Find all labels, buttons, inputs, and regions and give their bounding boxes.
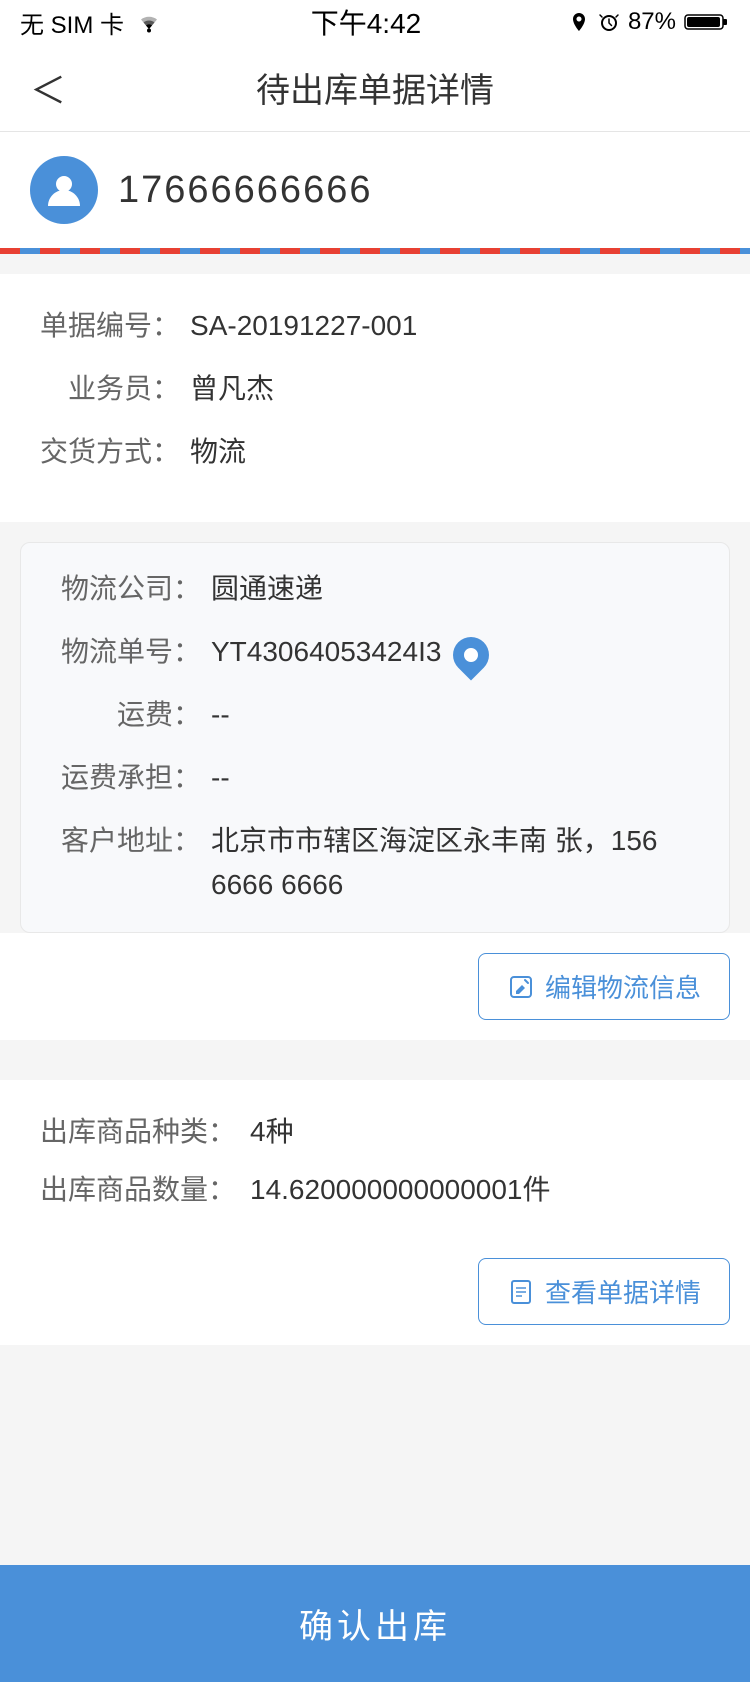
customer-phone: 17666666666	[118, 169, 372, 212]
customer-header: 17666666666	[0, 132, 750, 248]
salesman-label: 业务员：	[40, 367, 180, 412]
tracking-no-row: 物流单号： YT43064053424I3	[51, 630, 699, 675]
goods-types-value: 4种	[250, 1110, 294, 1150]
freight-bearer-row: 运费承担： --	[51, 756, 699, 801]
delivery-label: 交货方式：	[40, 430, 180, 475]
goods-quantity-label: 出库商品数量：	[40, 1168, 240, 1208]
freight-value: --	[211, 693, 699, 738]
view-detail-label: 查看单据详情	[545, 1273, 701, 1310]
order-no-value: SA-20191227-001	[190, 304, 710, 349]
edit-logistics-area: 编辑物流信息	[0, 933, 750, 1040]
status-bar: 无 SIM 卡 下午4:42 87%	[0, 0, 750, 44]
logistics-company-label: 物流公司：	[51, 567, 201, 612]
order-no-label: 单据编号：	[40, 304, 180, 349]
address-row: 客户地址： 北京市市辖区海淀区永丰南 张，156 6666 6666	[51, 819, 699, 909]
delivery-row: 交货方式： 物流	[40, 430, 710, 475]
edit-icon	[507, 973, 535, 1001]
logistics-company-row: 物流公司： 圆通速递	[51, 567, 699, 612]
document-icon	[507, 1278, 535, 1306]
goods-types-label: 出库商品种类：	[40, 1110, 240, 1150]
carrier-text: 无 SIM 卡	[20, 5, 124, 40]
logistics-card: 物流公司： 圆通速递 物流单号： YT43064053424I3 运费： -- …	[20, 542, 730, 933]
nav-title: 待出库单据详情	[256, 63, 494, 112]
confirm-button[interactable]: 确认出库	[0, 1565, 750, 1682]
salesman-row: 业务员： 曾凡杰	[40, 367, 710, 412]
status-left: 无 SIM 卡	[20, 5, 164, 40]
alarm-icon	[598, 11, 620, 33]
goods-quantity-value: 14.620000000000001件	[250, 1168, 551, 1208]
nav-bar: ＜ 待出库单据详情	[0, 44, 750, 132]
wifi-icon	[134, 11, 164, 33]
confirm-label: 确认出库	[299, 1608, 451, 1646]
goods-section: 出库商品种类： 4种 出库商品数量： 14.620000000000001件	[0, 1080, 750, 1238]
white-fill	[0, 1345, 750, 1565]
section-separator-1	[0, 1040, 750, 1060]
status-time: 下午4:42	[311, 2, 422, 42]
status-right: 87%	[568, 8, 730, 36]
order-info-section: 单据编号： SA-20191227-001 业务员： 曾凡杰 交货方式： 物流	[0, 274, 750, 522]
back-button[interactable]: ＜	[30, 52, 86, 124]
tracking-no-value: YT43064053424I3	[211, 630, 699, 675]
tracking-no-label: 物流单号：	[51, 630, 201, 675]
delivery-value: 物流	[190, 430, 710, 475]
view-detail-button[interactable]: 查看单据详情	[478, 1258, 730, 1325]
logistics-company-value: 圆通速递	[211, 567, 699, 612]
avatar	[30, 156, 98, 224]
freight-row: 运费： --	[51, 693, 699, 738]
freight-bearer-value: --	[211, 756, 699, 801]
battery-text: 87%	[628, 8, 676, 36]
goods-quantity-row: 出库商品数量： 14.620000000000001件	[40, 1168, 710, 1208]
view-detail-area: 查看单据详情	[0, 1238, 750, 1345]
dashed-separator	[0, 248, 750, 254]
edit-logistics-button[interactable]: 编辑物流信息	[478, 953, 730, 1020]
address-value: 北京市市辖区海淀区永丰南 张，156 6666 6666	[211, 819, 699, 909]
address-label: 客户地址：	[51, 819, 201, 864]
order-no-row: 单据编号： SA-20191227-001	[40, 304, 710, 349]
location-pin-icon[interactable]	[446, 629, 497, 680]
goods-types-row: 出库商品种类： 4种	[40, 1110, 710, 1150]
edit-logistics-label: 编辑物流信息	[545, 968, 701, 1005]
battery-icon	[684, 11, 730, 33]
location-icon	[568, 11, 590, 33]
freight-label: 运费：	[51, 693, 201, 738]
user-icon	[44, 170, 84, 210]
freight-bearer-label: 运费承担：	[51, 756, 201, 801]
salesman-value: 曾凡杰	[190, 367, 710, 412]
